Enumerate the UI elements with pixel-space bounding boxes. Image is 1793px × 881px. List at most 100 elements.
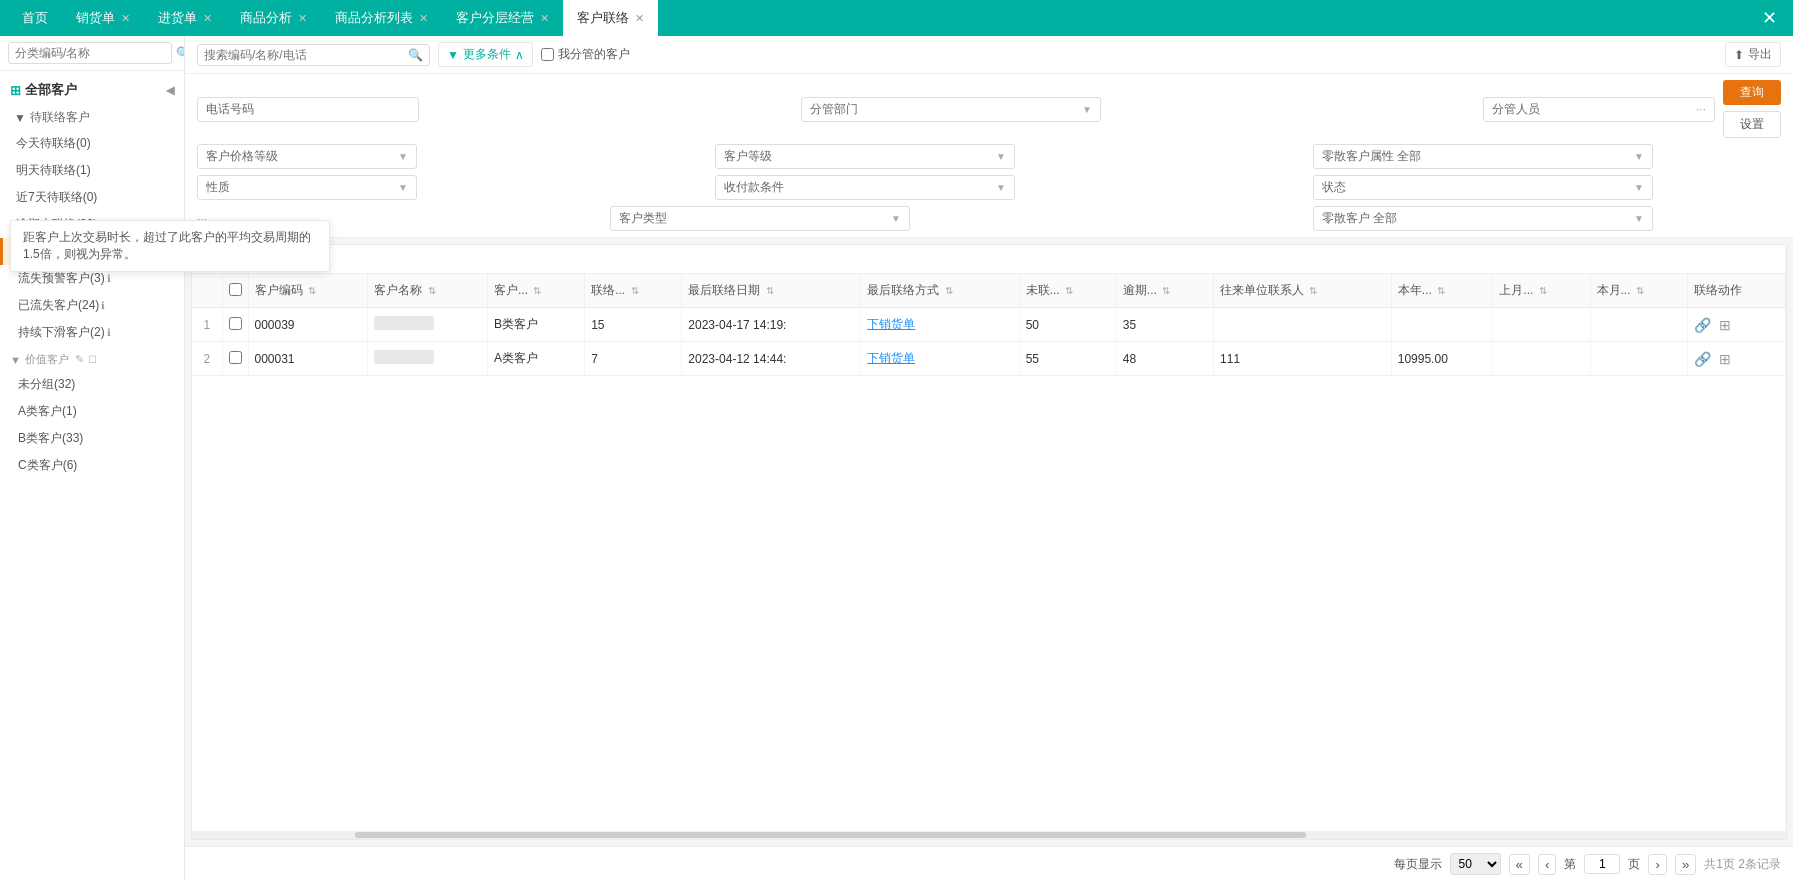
sort-icon[interactable]: ⇅ (631, 285, 639, 296)
next-page-button[interactable]: › (1648, 854, 1666, 875)
sidebar-item-declining[interactable]: 持续下滑客户(2) ℹ (0, 319, 184, 346)
close-icon[interactable]: ✕ (203, 12, 212, 25)
main-search-input[interactable] (204, 48, 404, 62)
contact-icon[interactable]: 🔗 (1694, 317, 1711, 333)
close-icon[interactable]: ✕ (540, 12, 549, 25)
sidebar-item-today[interactable]: 今天待联络(0) (0, 130, 184, 157)
more-action-icon[interactable]: ⊞ (1719, 351, 1731, 367)
scroll-thumb[interactable] (355, 832, 1307, 838)
sort-icon[interactable]: ⇅ (945, 285, 953, 296)
more-filters-button[interactable]: ▼ 更多条件 ∧ (438, 42, 533, 67)
customer-type-cell: B类客户 (487, 308, 584, 342)
more-icon[interactable]: ··· (1696, 102, 1706, 116)
sidebar-item-ungrouped[interactable]: 未分组(32) (0, 371, 184, 398)
contacts-cell: 15 (585, 308, 682, 342)
company-contact-cell: 111 (1214, 342, 1392, 376)
filter-row-4: ··· 客户类型 ▼ 零散客户 全部 ▼ (197, 206, 1781, 231)
nav-home[interactable]: 首页 (8, 0, 62, 36)
row-checkbox[interactable] (229, 317, 242, 330)
prev-page-button[interactable]: ‹ (1538, 854, 1556, 875)
department-filter[interactable]: 分管部门 ▼ (801, 97, 1101, 122)
close-icon[interactable]: ✕ (121, 12, 130, 25)
row-checkbox[interactable] (229, 351, 242, 364)
row-checkbox-cell (222, 342, 248, 376)
phone-input[interactable] (260, 102, 410, 116)
overdue-cell: 35 (1116, 308, 1213, 342)
gender-filter[interactable]: 性质 ▼ (197, 175, 417, 200)
search-icon[interactable]: 🔍 (176, 46, 185, 60)
sidebar-all-customers[interactable]: ⊞ 全部客户 ◀ (0, 75, 184, 105)
sidebar-item-c-class[interactable]: C类客户(6) (0, 452, 184, 479)
last-month-cell (1493, 308, 1590, 342)
uncontacted-cell: 55 (1019, 342, 1116, 376)
sidebar-item-tomorrow[interactable]: 明天待联络(1) (0, 157, 184, 184)
query-button[interactable]: 查询 (1723, 80, 1781, 105)
chevron-down-icon: ▼ (996, 182, 1006, 193)
nav-purchase[interactable]: 进货单 ✕ (144, 0, 226, 36)
nav-analysis[interactable]: 商品分析 ✕ (226, 0, 321, 36)
sort-icon[interactable]: ⇅ (533, 285, 541, 296)
check-icon[interactable]: ☐ (88, 354, 97, 365)
row-number: 1 (192, 308, 222, 342)
close-icon[interactable]: ✕ (298, 12, 307, 25)
pagination-bar: 每页显示 50 20 100 « ‹ 第 页 › » 共1页 2条记录 (185, 846, 1793, 881)
status-filter[interactable]: 状态 ▼ (1313, 175, 1653, 200)
nav-customer-segment[interactable]: 客户分层经营 ✕ (442, 0, 563, 36)
contact-icon[interactable]: 🔗 (1694, 351, 1711, 367)
uncontacted-cell: 50 (1019, 308, 1116, 342)
window-close-button[interactable]: ✕ (1754, 7, 1785, 29)
current-page-input[interactable] (1584, 854, 1620, 874)
sidebar-search-area: 🔍 (0, 36, 184, 71)
customer-type-filter[interactable]: 客户类型 ▼ (610, 206, 910, 231)
last-page-button[interactable]: » (1675, 854, 1696, 875)
sort-icon[interactable]: ⇅ (1437, 285, 1445, 296)
sort-icon[interactable]: ⇅ (1636, 285, 1644, 296)
sidebar-group-pending[interactable]: ▼ 待联络客户 (0, 105, 184, 130)
payment-terms-filter[interactable]: 收付款条件 ▼ (715, 175, 1015, 200)
sidebar-item-lost[interactable]: 已流失客户(24) ℹ (0, 292, 184, 319)
more-action-icon[interactable]: ⊞ (1719, 317, 1731, 333)
sort-icon[interactable]: ⇅ (1162, 285, 1170, 296)
settings-button[interactable]: 设置 (1723, 111, 1781, 138)
price-level-filter[interactable]: 客户价格等级 ▼ (197, 144, 417, 169)
chevron-down-icon: ▼ (891, 213, 901, 224)
col-last-method: 最后联络方式 ⇅ (861, 274, 1019, 308)
sidebar-item-7days[interactable]: 近7天待联络(0) (0, 184, 184, 211)
nav-customer-contact[interactable]: 客户联络 ✕ (563, 0, 658, 36)
col-company-contact: 往来单位联系人 ⇅ (1214, 274, 1392, 308)
first-page-button[interactable]: « (1509, 854, 1530, 875)
search-icon[interactable]: 🔍 (408, 48, 423, 62)
col-customer-type: 客户... ⇅ (487, 274, 584, 308)
my-customer-checkbox[interactable] (541, 48, 554, 61)
col-uncontacted: 未联... ⇅ (1019, 274, 1116, 308)
my-customer-checkbox-label[interactable]: 我分管的客户 (541, 46, 630, 63)
contact-method-link[interactable]: 下销货单 (867, 351, 915, 365)
sort-icon[interactable]: ⇅ (308, 285, 316, 296)
sidebar-item-a-class[interactable]: A类客户(1) (0, 398, 184, 425)
contact-method-link[interactable]: 下销货单 (867, 317, 915, 331)
close-icon[interactable]: ✕ (419, 12, 428, 25)
nav-sales[interactable]: 销货单 ✕ (62, 0, 144, 36)
customer-code-cell: 000031 (248, 342, 368, 376)
per-page-select[interactable]: 50 20 100 (1450, 853, 1501, 875)
chevron-down-icon: ▼ (1082, 104, 1092, 115)
customer-name-cell (368, 308, 488, 342)
person-input[interactable] (1546, 102, 1696, 116)
close-icon[interactable]: ✕ (635, 12, 644, 25)
col-name: 客户名称 ⇅ (368, 274, 488, 308)
select-all-checkbox[interactable] (229, 283, 242, 296)
sidebar-item-b-class[interactable]: B类客户(33) (0, 425, 184, 452)
col-checkbox (222, 274, 248, 308)
sort-icon[interactable]: ⇅ (766, 285, 774, 296)
edit-icon[interactable]: ✎ (75, 353, 84, 366)
customer-level-filter[interactable]: 客户等级 ▼ (715, 144, 1015, 169)
sidebar-search-input[interactable] (8, 42, 172, 64)
sort-icon[interactable]: ⇅ (1065, 285, 1073, 296)
retail-customer-filter[interactable]: 零散客户 全部 ▼ (1313, 206, 1653, 231)
sort-icon[interactable]: ⇅ (1539, 285, 1547, 296)
nav-analysis-list[interactable]: 商品分析列表 ✕ (321, 0, 442, 36)
sort-icon[interactable]: ⇅ (1309, 285, 1317, 296)
retail-attr-filter[interactable]: 零散客户属性 全部 ▼ (1313, 144, 1653, 169)
export-button[interactable]: ⬆ 导出 (1725, 42, 1781, 67)
sort-icon[interactable]: ⇅ (428, 285, 436, 296)
